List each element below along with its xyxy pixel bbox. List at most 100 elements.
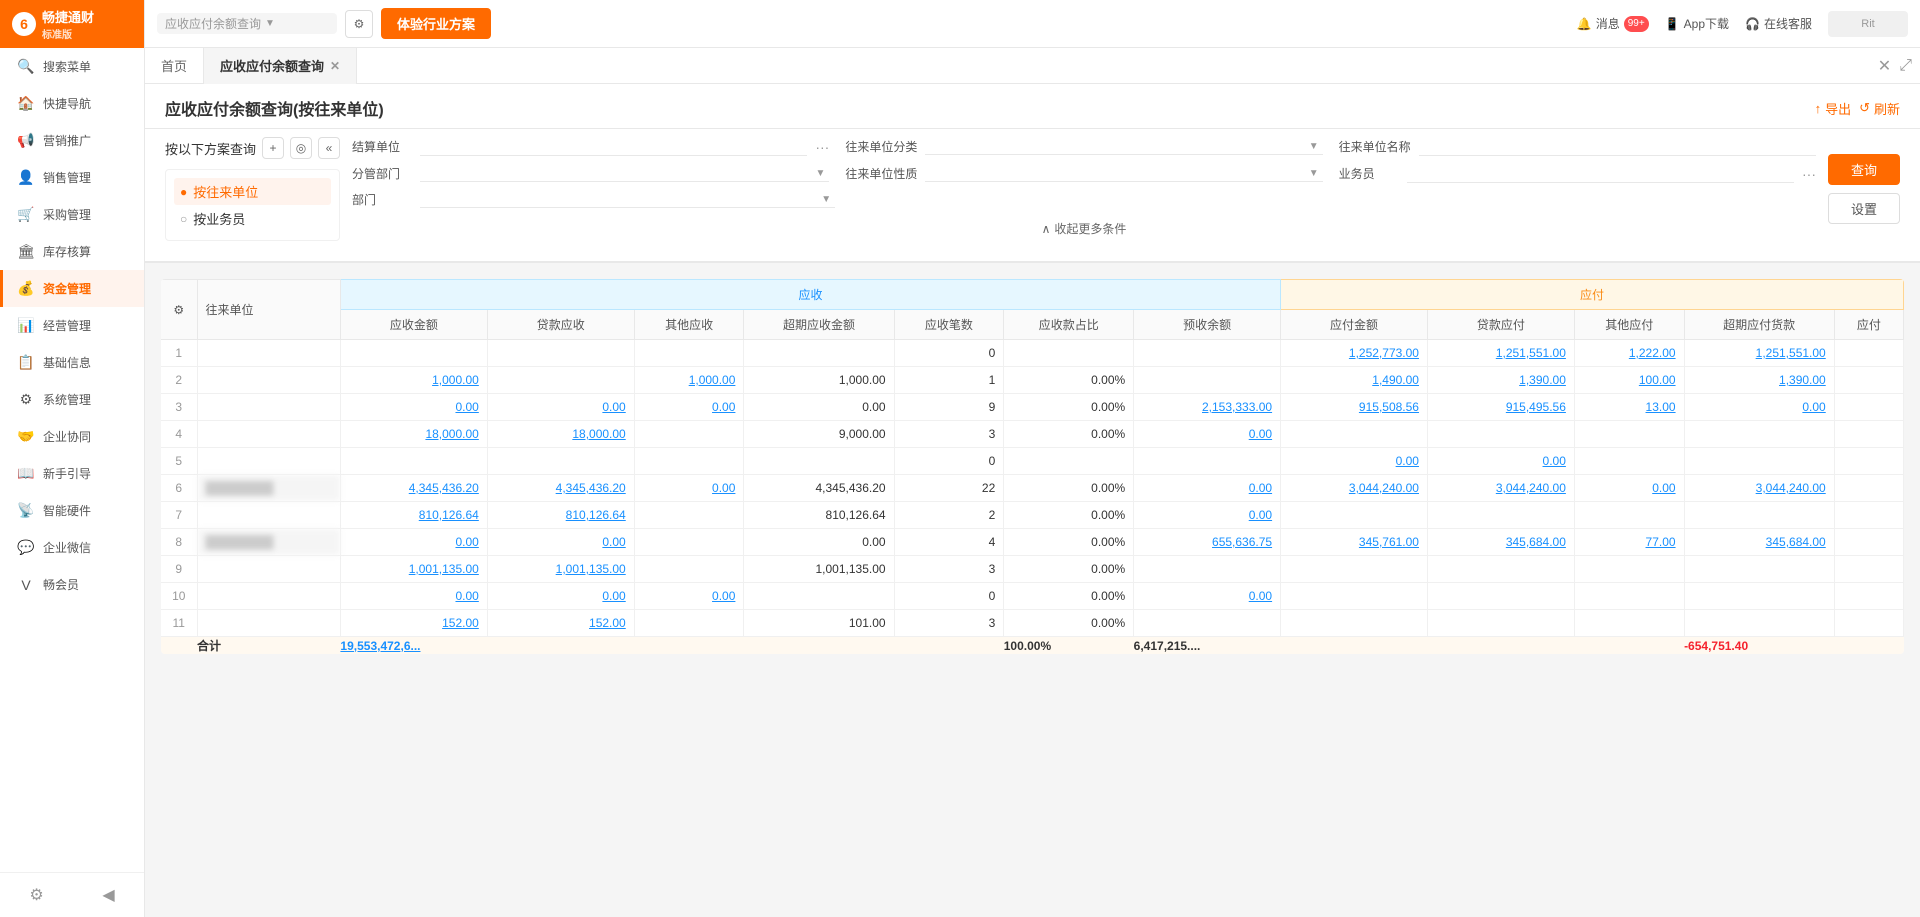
- sidebar-collapse-btn[interactable]: ◀︎: [94, 881, 122, 909]
- cell-row2-col12[interactable]: 0.00: [1684, 394, 1834, 421]
- cell-row6-col2[interactable]: 810,126.64: [340, 502, 487, 529]
- cell-row3-col2[interactable]: 18,000.00: [340, 421, 487, 448]
- cell-row4-col10[interactable]: 0.00: [1427, 448, 1574, 475]
- settings-button[interactable]: 设置: [1828, 193, 1900, 224]
- scheme-collapse-btn[interactable]: «: [318, 137, 340, 159]
- cell-row7-col10[interactable]: 345,684.00: [1427, 529, 1574, 556]
- cell-row2-col3[interactable]: 0.00: [487, 394, 634, 421]
- sidebar-item-finance[interactable]: 💰 资金管理: [0, 270, 144, 307]
- cell-row0-col10[interactable]: 1,251,551.00: [1427, 340, 1574, 367]
- cell-row0-col12[interactable]: 1,251,551.00: [1684, 340, 1834, 367]
- cell-row2-col4[interactable]: 0.00: [634, 394, 744, 421]
- field-jiesuan-input[interactable]: [420, 137, 807, 156]
- cell-row5-col8[interactable]: 0.00: [1134, 475, 1281, 502]
- sidebar-item-system[interactable]: ⚙ 系统管理: [0, 381, 144, 418]
- cell-row2-col2[interactable]: 0.00: [340, 394, 487, 421]
- collapse-more-btn[interactable]: ∧ 收起更多条件: [352, 216, 1816, 241]
- tab-query[interactable]: 应收应付余额查询 ✕: [204, 48, 357, 84]
- sidebar-item-purchase[interactable]: 🛒 采购管理: [0, 196, 144, 233]
- col-settings[interactable]: ⚙: [161, 280, 197, 340]
- sidebar-settings-btn[interactable]: ⚙: [21, 881, 51, 909]
- cell-row3-col3[interactable]: 18,000.00: [487, 421, 634, 448]
- add-scheme-btn[interactable]: +: [262, 137, 284, 159]
- scheme-settings-btn[interactable]: ◎: [290, 137, 312, 159]
- cell-row1-col2[interactable]: 1,000.00: [340, 367, 487, 394]
- cell-row8-col2[interactable]: 1,001,135.00: [340, 556, 487, 583]
- cell-row9-col2[interactable]: 0.00: [340, 583, 487, 610]
- tab-close-icon[interactable]: ✕: [330, 59, 340, 73]
- field-laiwei-fenlei-select[interactable]: ▼: [925, 139, 1322, 155]
- cell-row6-col8[interactable]: 0.00: [1134, 502, 1281, 529]
- sidebar-item-guide[interactable]: 📖 新手引导: [0, 455, 144, 492]
- sidebar-item-wechat[interactable]: 💬 企业微信: [0, 529, 144, 566]
- cell-row9-col4[interactable]: 0.00: [634, 583, 744, 610]
- field-bumen-select[interactable]: ▼: [420, 192, 835, 208]
- table-settings-icon[interactable]: ⚙: [173, 303, 184, 317]
- cell-row2-col8[interactable]: 2,153,333.00: [1134, 394, 1281, 421]
- cell-row5-col11[interactable]: 0.00: [1574, 475, 1684, 502]
- cell-row10-col2[interactable]: 152.00: [340, 610, 487, 637]
- sidebar-item-sales[interactable]: 👤 销售管理: [0, 159, 144, 196]
- filter-by-staff[interactable]: ○ 按业务员: [174, 205, 331, 232]
- cell-row8-col3[interactable]: 1,001,135.00: [487, 556, 634, 583]
- collab-icon: 🤝: [17, 428, 35, 445]
- cell-row2-col11[interactable]: 13.00: [1574, 394, 1684, 421]
- sidebar-item-collab[interactable]: 🤝 企业协同: [0, 418, 144, 455]
- cell-row5-col4[interactable]: 0.00: [634, 475, 744, 502]
- cell-row9-col3[interactable]: 0.00: [487, 583, 634, 610]
- export-btn[interactable]: ↑ 导出: [1815, 99, 1852, 118]
- settings-icon[interactable]: ⚙: [345, 10, 373, 38]
- cell-row9-col8[interactable]: 0.00: [1134, 583, 1281, 610]
- field-fenguan-select[interactable]: ▼: [420, 166, 829, 182]
- online-service-btn[interactable]: 🎧 在线客服: [1745, 15, 1812, 32]
- cell-row5-col3[interactable]: 4,345,436.20: [487, 475, 634, 502]
- refresh-btn[interactable]: ↺ 刷新: [1859, 99, 1900, 118]
- cell-row1-col9[interactable]: 1,490.00: [1281, 367, 1428, 394]
- cell-row5-col12[interactable]: 3,044,240.00: [1684, 475, 1834, 502]
- cell-row0-col11[interactable]: 1,222.00: [1574, 340, 1684, 367]
- cell-row7-col12[interactable]: 345,684.00: [1684, 529, 1834, 556]
- sidebar-item-operation[interactable]: 📊 经营管理: [0, 307, 144, 344]
- cell-row1-col10[interactable]: 1,390.00: [1427, 367, 1574, 394]
- cell-row0-col9[interactable]: 1,252,773.00: [1281, 340, 1428, 367]
- cell-row10-col3[interactable]: 152.00: [487, 610, 634, 637]
- breadcrumb[interactable]: 应收应付余额查询 ▼: [157, 13, 337, 34]
- cell-row7-col8[interactable]: 655,636.75: [1134, 529, 1281, 556]
- cell-row7-col11[interactable]: 77.00: [1574, 529, 1684, 556]
- cell-row5-col9[interactable]: 3,044,240.00: [1281, 475, 1428, 502]
- tab-expand-icon[interactable]: ⤢: [1899, 57, 1912, 75]
- app-download-btn[interactable]: 📱 App下载: [1665, 15, 1729, 32]
- cell-row7-col9[interactable]: 345,761.00: [1281, 529, 1428, 556]
- field-jiesuan-dots[interactable]: ···: [815, 139, 829, 155]
- cell-row2-col9[interactable]: 915,508.56: [1281, 394, 1428, 421]
- cell-row5-col10[interactable]: 3,044,240.00: [1427, 475, 1574, 502]
- cell-row4-col9[interactable]: 0.00: [1281, 448, 1428, 475]
- sidebar-item-basic[interactable]: 📋 基础信息: [0, 344, 144, 381]
- cell-row1-col12[interactable]: 1,390.00: [1684, 367, 1834, 394]
- field-laiwei-xingzhi-select[interactable]: ▼: [925, 166, 1322, 182]
- field-laiwei-name-input[interactable]: [1419, 137, 1816, 156]
- cell-row7-col2[interactable]: 0.00: [340, 529, 487, 556]
- sidebar-item-quick-nav[interactable]: 🏠 快捷导航: [0, 85, 144, 122]
- notification-btn[interactable]: 🔔 消息 99+: [1577, 15, 1649, 32]
- tab-close-all-icon[interactable]: ✕: [1878, 56, 1891, 76]
- promo-button[interactable]: 体验行业方案: [381, 8, 491, 39]
- sidebar-item-inventory[interactable]: 🏛 库存核算: [0, 233, 144, 270]
- field-yewuyuan-dots[interactable]: ···: [1802, 166, 1816, 182]
- cell-row1-col4[interactable]: 1,000.00: [634, 367, 744, 394]
- sidebar-item-search-menu[interactable]: 🔍 搜索菜单: [0, 48, 144, 85]
- cell-row6-col3[interactable]: 810,126.64: [487, 502, 634, 529]
- field-yewuyuan-input[interactable]: [1407, 164, 1794, 183]
- cell-row2-col10[interactable]: 915,495.56: [1427, 394, 1574, 421]
- tab-home[interactable]: 首页: [145, 48, 204, 84]
- user-avatar[interactable]: Rit: [1828, 11, 1908, 37]
- cell-row3-col8[interactable]: 0.00: [1134, 421, 1281, 448]
- filter-by-unit[interactable]: ● 按往来单位: [174, 178, 331, 205]
- sidebar-item-member[interactable]: V 畅会员: [0, 566, 144, 603]
- cell-row7-col3[interactable]: 0.00: [487, 529, 634, 556]
- sidebar-item-marketing[interactable]: 📢 营销推广: [0, 122, 144, 159]
- cell-row5-col2[interactable]: 4,345,436.20: [340, 475, 487, 502]
- sidebar-item-hardware[interactable]: 📡 智能硬件: [0, 492, 144, 529]
- cell-row1-col11[interactable]: 100.00: [1574, 367, 1684, 394]
- query-button[interactable]: 查询: [1828, 154, 1900, 185]
